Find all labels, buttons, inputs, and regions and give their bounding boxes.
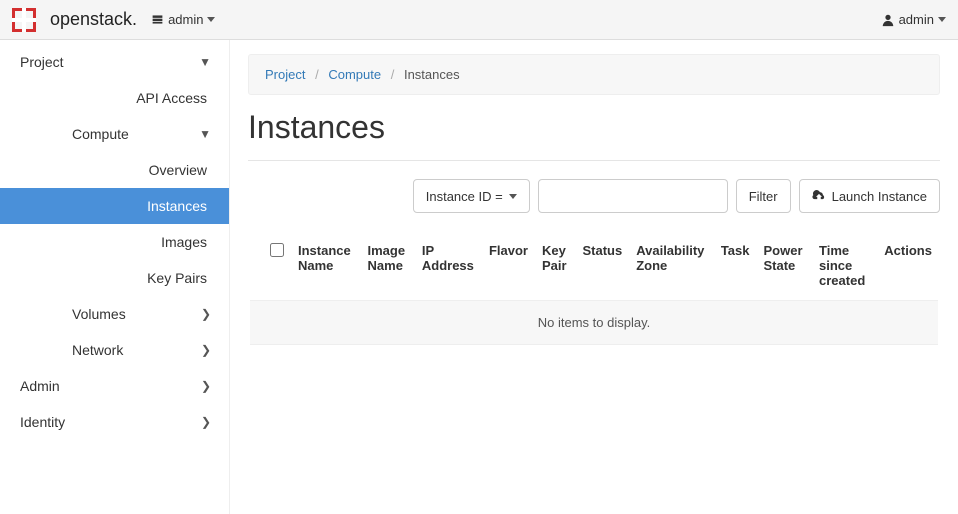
launch-instance-button[interactable]: Launch Instance bbox=[799, 179, 940, 213]
sidebar-item-images[interactable]: Images bbox=[0, 224, 229, 260]
filter-field-dropdown[interactable]: Instance ID = bbox=[413, 179, 530, 213]
breadcrumb-sep: / bbox=[385, 67, 401, 82]
sidebar-item-key-pairs[interactable]: Key Pairs bbox=[0, 260, 229, 296]
sidebar-label: Volumes bbox=[72, 306, 126, 322]
filter-button[interactable]: Filter bbox=[736, 179, 791, 213]
user-icon bbox=[881, 13, 895, 27]
top-bar: openstack. admin admin bbox=[0, 0, 958, 40]
user-menu[interactable]: admin bbox=[881, 12, 946, 27]
instances-table: Instance Name Image Name IP Address Flav… bbox=[248, 231, 940, 347]
sidebar-group-volumes[interactable]: Volumes ❯ bbox=[0, 296, 229, 332]
breadcrumb-compute[interactable]: Compute bbox=[328, 67, 381, 82]
stack-icon bbox=[151, 13, 164, 26]
main-content: Project / Compute / Instances Instances … bbox=[230, 40, 958, 514]
brand-label: openstack. bbox=[50, 9, 137, 30]
cloud-upload-icon bbox=[812, 189, 826, 203]
sidebar-label: Project bbox=[20, 54, 64, 70]
breadcrumb: Project / Compute / Instances bbox=[248, 54, 940, 95]
sidebar-group-network[interactable]: Network ❯ bbox=[0, 332, 229, 368]
chevron-down-icon: ▼ bbox=[199, 127, 211, 141]
caret-down-icon bbox=[207, 17, 215, 22]
col-power[interactable]: Power State bbox=[758, 233, 812, 298]
table-empty-row: No items to display. bbox=[250, 300, 938, 345]
sidebar-label: Identity bbox=[20, 414, 65, 430]
col-task[interactable]: Task bbox=[715, 233, 756, 298]
chevron-right-icon: ❯ bbox=[201, 307, 211, 321]
filter-input[interactable] bbox=[538, 179, 728, 213]
caret-down-icon bbox=[938, 17, 946, 22]
sidebar-item-instances[interactable]: Instances bbox=[0, 188, 229, 224]
breadcrumb-project[interactable]: Project bbox=[265, 67, 305, 82]
project-selector[interactable]: admin bbox=[151, 12, 215, 27]
col-time[interactable]: Time since created bbox=[813, 233, 876, 298]
breadcrumb-sep: / bbox=[309, 67, 325, 82]
sidebar: Project ▼ API Access Compute ▼ Overview … bbox=[0, 40, 230, 514]
top-right: admin bbox=[881, 12, 946, 27]
project-name: admin bbox=[168, 12, 203, 27]
user-name: admin bbox=[899, 12, 934, 27]
chevron-right-icon: ❯ bbox=[201, 415, 211, 429]
col-az[interactable]: Availability Zone bbox=[630, 233, 713, 298]
page-title: Instances bbox=[248, 109, 940, 146]
sidebar-section-admin[interactable]: Admin ❯ bbox=[0, 368, 229, 404]
sidebar-group-compute[interactable]: Compute ▼ bbox=[0, 116, 229, 152]
chevron-down-icon: ▼ bbox=[199, 55, 211, 69]
col-instance-name[interactable]: Instance Name bbox=[292, 233, 360, 298]
table-header: Instance Name Image Name IP Address Flav… bbox=[250, 233, 938, 298]
toolbar: Instance ID = Filter Launch Instance bbox=[248, 179, 940, 213]
sidebar-label: Network bbox=[72, 342, 123, 358]
sidebar-item-api-access[interactable]: API Access bbox=[0, 80, 229, 116]
openstack-logo-icon bbox=[12, 8, 36, 32]
chevron-right-icon: ❯ bbox=[201, 343, 211, 357]
col-ip[interactable]: IP Address bbox=[416, 233, 481, 298]
select-all-checkbox[interactable] bbox=[270, 243, 284, 257]
sidebar-section-project[interactable]: Project ▼ bbox=[0, 44, 229, 80]
caret-down-icon bbox=[509, 194, 517, 199]
sidebar-label: Admin bbox=[20, 378, 60, 394]
sidebar-section-identity[interactable]: Identity ❯ bbox=[0, 404, 229, 440]
breadcrumb-current: Instances bbox=[404, 67, 460, 82]
layout: Project ▼ API Access Compute ▼ Overview … bbox=[0, 40, 958, 514]
col-flavor[interactable]: Flavor bbox=[483, 233, 534, 298]
sidebar-label: Compute bbox=[72, 126, 129, 142]
chevron-right-icon: ❯ bbox=[201, 379, 211, 393]
empty-message: No items to display. bbox=[250, 300, 938, 345]
col-status[interactable]: Status bbox=[576, 233, 628, 298]
col-image-name[interactable]: Image Name bbox=[362, 233, 414, 298]
divider bbox=[248, 160, 940, 161]
col-key-pair[interactable]: Key Pair bbox=[536, 233, 575, 298]
top-left: openstack. admin bbox=[12, 8, 215, 32]
col-actions: Actions bbox=[878, 233, 938, 298]
sidebar-item-overview[interactable]: Overview bbox=[0, 152, 229, 188]
